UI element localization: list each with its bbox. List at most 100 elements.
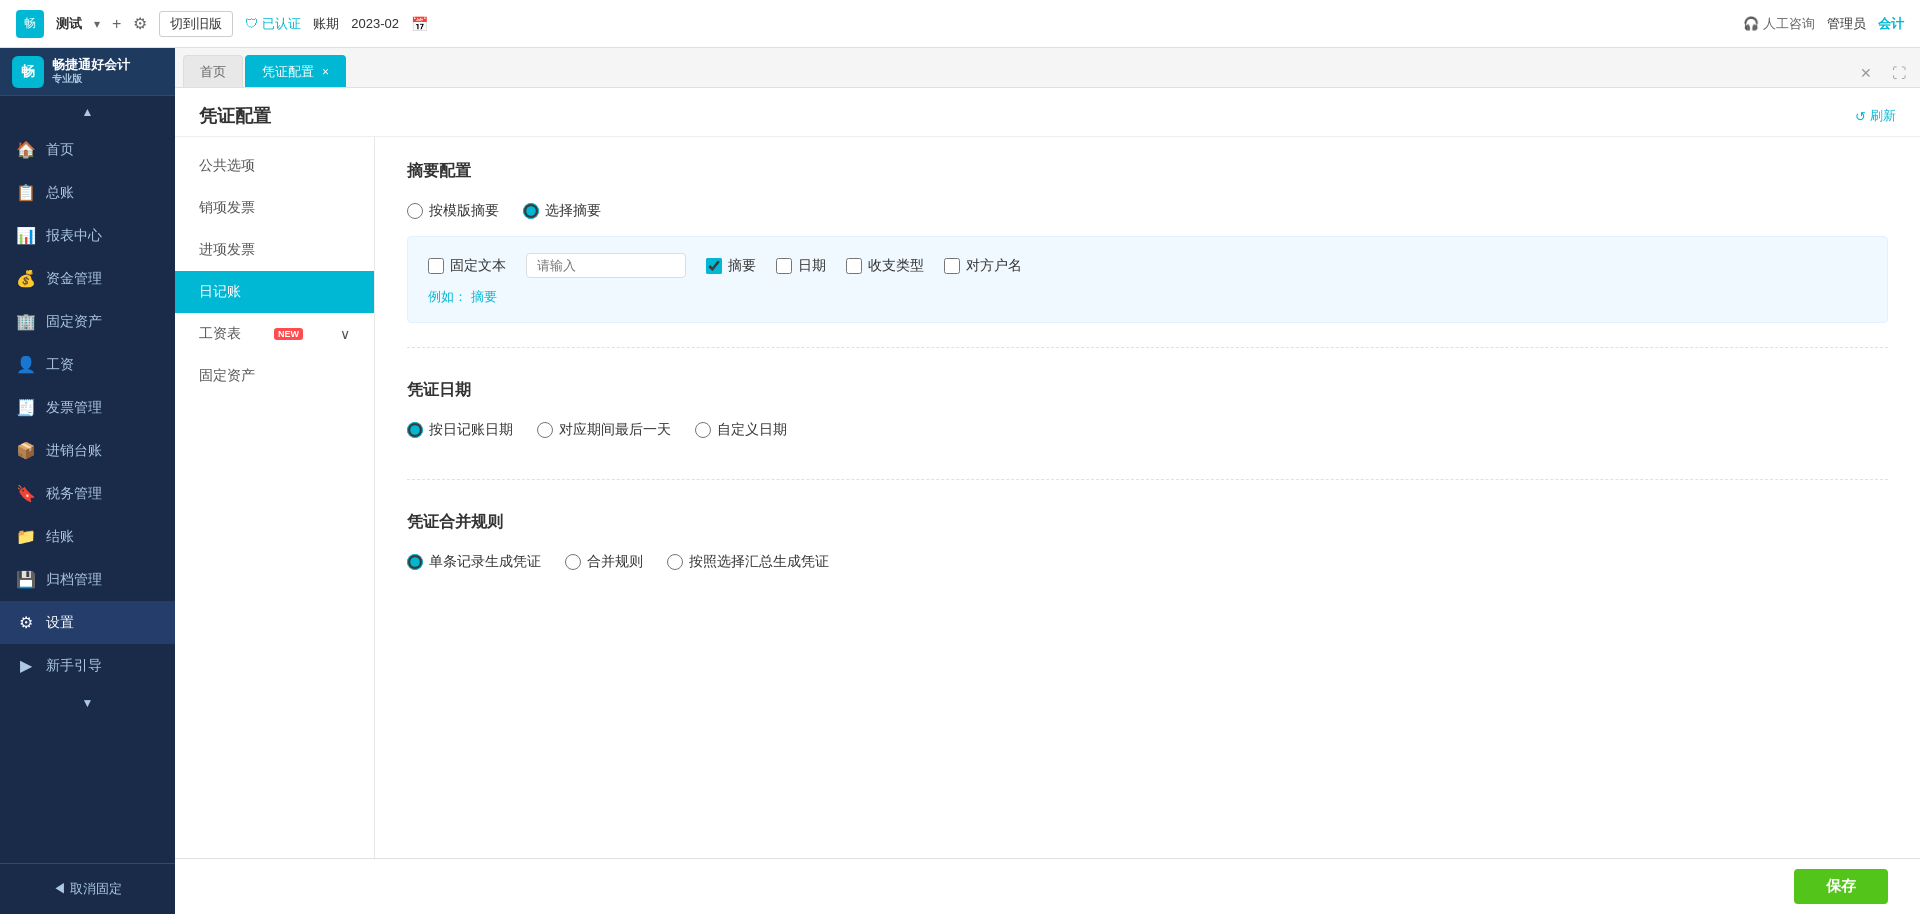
page-header: 凭证配置 ↺ 刷新 — [175, 88, 1920, 137]
settings-sidebar-icon: ⚙ — [16, 613, 36, 632]
date-options-row: 按日记账日期 对应期间最后一天 自定义日期 — [407, 421, 1888, 439]
nav-item-purchase-invoice[interactable]: 进项发票 — [175, 229, 374, 271]
payment-type-checkbox[interactable] — [846, 258, 862, 274]
sidebar-item-label: 工资 — [46, 356, 74, 374]
sidebar-item-label: 设置 — [46, 614, 74, 632]
example-prefix: 例如： — [428, 289, 467, 304]
date-checkbox[interactable] — [776, 258, 792, 274]
payroll-arrow-icon: ∨ — [340, 326, 350, 342]
abstract-template-option[interactable]: 按模版摘要 — [407, 202, 499, 220]
company-name: 测试 — [56, 15, 82, 33]
nav-item-public[interactable]: 公共选项 — [175, 145, 374, 187]
summary-checkbox[interactable] — [706, 258, 722, 274]
tax-icon: 🔖 — [16, 484, 36, 503]
sidebar-item-invoice[interactable]: 🧾 发票管理 — [0, 386, 175, 429]
nav-purchase-invoice-label: 进项发票 — [199, 241, 255, 259]
settings-icon[interactable]: ⚙ — [133, 14, 147, 33]
example-value: 摘要 — [471, 289, 497, 304]
sidebar-item-label: 固定资产 — [46, 313, 102, 331]
example-row: 例如： 摘要 — [428, 288, 1867, 306]
sidebar-item-assets[interactable]: 🏢 固定资产 — [0, 300, 175, 343]
tab-close-icon[interactable]: × — [322, 65, 329, 79]
sidebar-item-label: 首页 — [46, 141, 74, 159]
tab-bar-expand-button[interactable]: ⛶ — [1886, 63, 1912, 83]
nav-item-fixed-assets[interactable]: 固定资产 — [175, 355, 374, 397]
service-icon: 🎧 — [1743, 16, 1759, 31]
date-last-day-option[interactable]: 对应期间最后一天 — [537, 421, 671, 439]
company-dropdown[interactable]: ▾ — [94, 17, 100, 31]
sidebar-item-archive[interactable]: 💾 归档管理 — [0, 558, 175, 601]
merge-summary-radio[interactable] — [667, 554, 683, 570]
abstract-checkboxes: 固定文本 摘要 日期 — [428, 253, 1867, 278]
sidebar-item-guide[interactable]: ▶ 新手引导 — [0, 644, 175, 687]
date-option[interactable]: 日期 — [776, 257, 826, 275]
tab-bar-close-button[interactable]: ✕ — [1854, 63, 1878, 83]
tab-voucher-config[interactable]: 凭证配置 × — [245, 55, 346, 87]
sidebar-item-close[interactable]: 📁 结账 — [0, 515, 175, 558]
switch-version-button[interactable]: 切到旧版 — [159, 11, 233, 37]
fixed-text-option[interactable]: 固定文本 — [428, 257, 506, 275]
date-last-day-radio[interactable] — [537, 422, 553, 438]
tab-config-label: 凭证配置 — [262, 63, 314, 81]
certified-icon: 🛡 — [245, 16, 258, 31]
calendar-icon[interactable]: 📅 — [411, 16, 428, 32]
sidebar-scroll-up[interactable]: ▲ — [0, 96, 175, 128]
inner-layout: 公共选项 销项发票 进项发票 日记账 工资表 NEW ∨ 固定资产 — [175, 137, 1920, 858]
merge-options-row: 单条记录生成凭证 合并规则 按照选择汇总生成凭证 — [407, 553, 1888, 571]
merge-single-option[interactable]: 单条记录生成凭证 — [407, 553, 541, 571]
home-icon: 🏠 — [16, 140, 36, 159]
left-nav: 公共选项 销项发票 进项发票 日记账 工资表 NEW ∨ 固定资产 — [175, 137, 375, 858]
abstract-template-radio[interactable] — [407, 203, 423, 219]
sidebar-item-label: 新手引导 — [46, 657, 102, 675]
sidebar-item-report[interactable]: 📊 报表中心 — [0, 214, 175, 257]
finance-icon: 💰 — [16, 269, 36, 288]
sidebar-item-label: 进销台账 — [46, 442, 102, 460]
close-icon: 📁 — [16, 527, 36, 546]
sidebar-item-home[interactable]: 🏠 首页 — [0, 128, 175, 171]
save-button[interactable]: 保存 — [1794, 869, 1888, 904]
service-button[interactable]: 🎧 人工咨询 — [1743, 15, 1815, 33]
cancel-fixed-button[interactable]: ◀ 取消固定 — [0, 872, 175, 906]
sidebar-item-sales[interactable]: 📦 进销台账 — [0, 429, 175, 472]
merge-rule-option[interactable]: 合并规则 — [565, 553, 643, 571]
fixed-text-checkbox[interactable] — [428, 258, 444, 274]
refresh-button[interactable]: ↺ 刷新 — [1855, 107, 1896, 125]
payment-type-option[interactable]: 收支类型 — [846, 257, 924, 275]
merge-single-radio[interactable] — [407, 554, 423, 570]
date-diary-option[interactable]: 按日记账日期 — [407, 421, 513, 439]
guide-icon: ▶ — [16, 656, 36, 675]
tab-home[interactable]: 首页 — [183, 55, 243, 87]
abstract-options-row: 按模版摘要 选择摘要 — [407, 202, 1888, 220]
sidebar-scroll-down[interactable]: ▼ — [0, 687, 175, 719]
counterpart-label: 对方户名 — [966, 257, 1022, 275]
merge-summary-option[interactable]: 按照选择汇总生成凭证 — [667, 553, 829, 571]
counterpart-option[interactable]: 对方户名 — [944, 257, 1022, 275]
sidebar-item-label: 报表中心 — [46, 227, 102, 245]
archive-icon: 💾 — [16, 570, 36, 589]
nav-item-sales-invoice[interactable]: 销项发票 — [175, 187, 374, 229]
tab-bar-right: ✕ ⛶ — [1854, 63, 1912, 87]
role-label[interactable]: 会计 — [1878, 15, 1904, 33]
abstract-select-radio[interactable] — [523, 203, 539, 219]
sidebar-item-finance[interactable]: 💰 资金管理 — [0, 257, 175, 300]
date-diary-radio[interactable] — [407, 422, 423, 438]
sidebar: 畅 畅捷通好会计 专业版 ▲ 🏠 首页 📋 总账 📊 报表中心 💰 资 — [0, 48, 175, 914]
merge-rule-radio[interactable] — [565, 554, 581, 570]
counterpart-checkbox[interactable] — [944, 258, 960, 274]
add-button[interactable]: + — [112, 15, 121, 33]
date-custom-option[interactable]: 自定义日期 — [695, 421, 787, 439]
nav-item-payroll[interactable]: 工资表 NEW ∨ — [175, 313, 374, 355]
merge-single-label: 单条记录生成凭证 — [429, 553, 541, 571]
merge-section: 凭证合并规则 单条记录生成凭证 合并规则 按照选择汇总生成凭证 — [407, 512, 1888, 611]
sidebar-item-salary[interactable]: 👤 工资 — [0, 343, 175, 386]
sidebar-item-ledger[interactable]: 📋 总账 — [0, 171, 175, 214]
date-title: 凭证日期 — [407, 380, 1888, 401]
admin-label[interactable]: 管理员 — [1827, 15, 1866, 33]
sidebar-item-tax[interactable]: 🔖 税务管理 — [0, 472, 175, 515]
abstract-select-option[interactable]: 选择摘要 — [523, 202, 601, 220]
summary-option[interactable]: 摘要 — [706, 257, 756, 275]
date-custom-radio[interactable] — [695, 422, 711, 438]
fixed-text-input[interactable] — [526, 253, 686, 278]
nav-item-diary[interactable]: 日记账 — [175, 271, 374, 313]
sidebar-item-settings[interactable]: ⚙ 设置 — [0, 601, 175, 644]
